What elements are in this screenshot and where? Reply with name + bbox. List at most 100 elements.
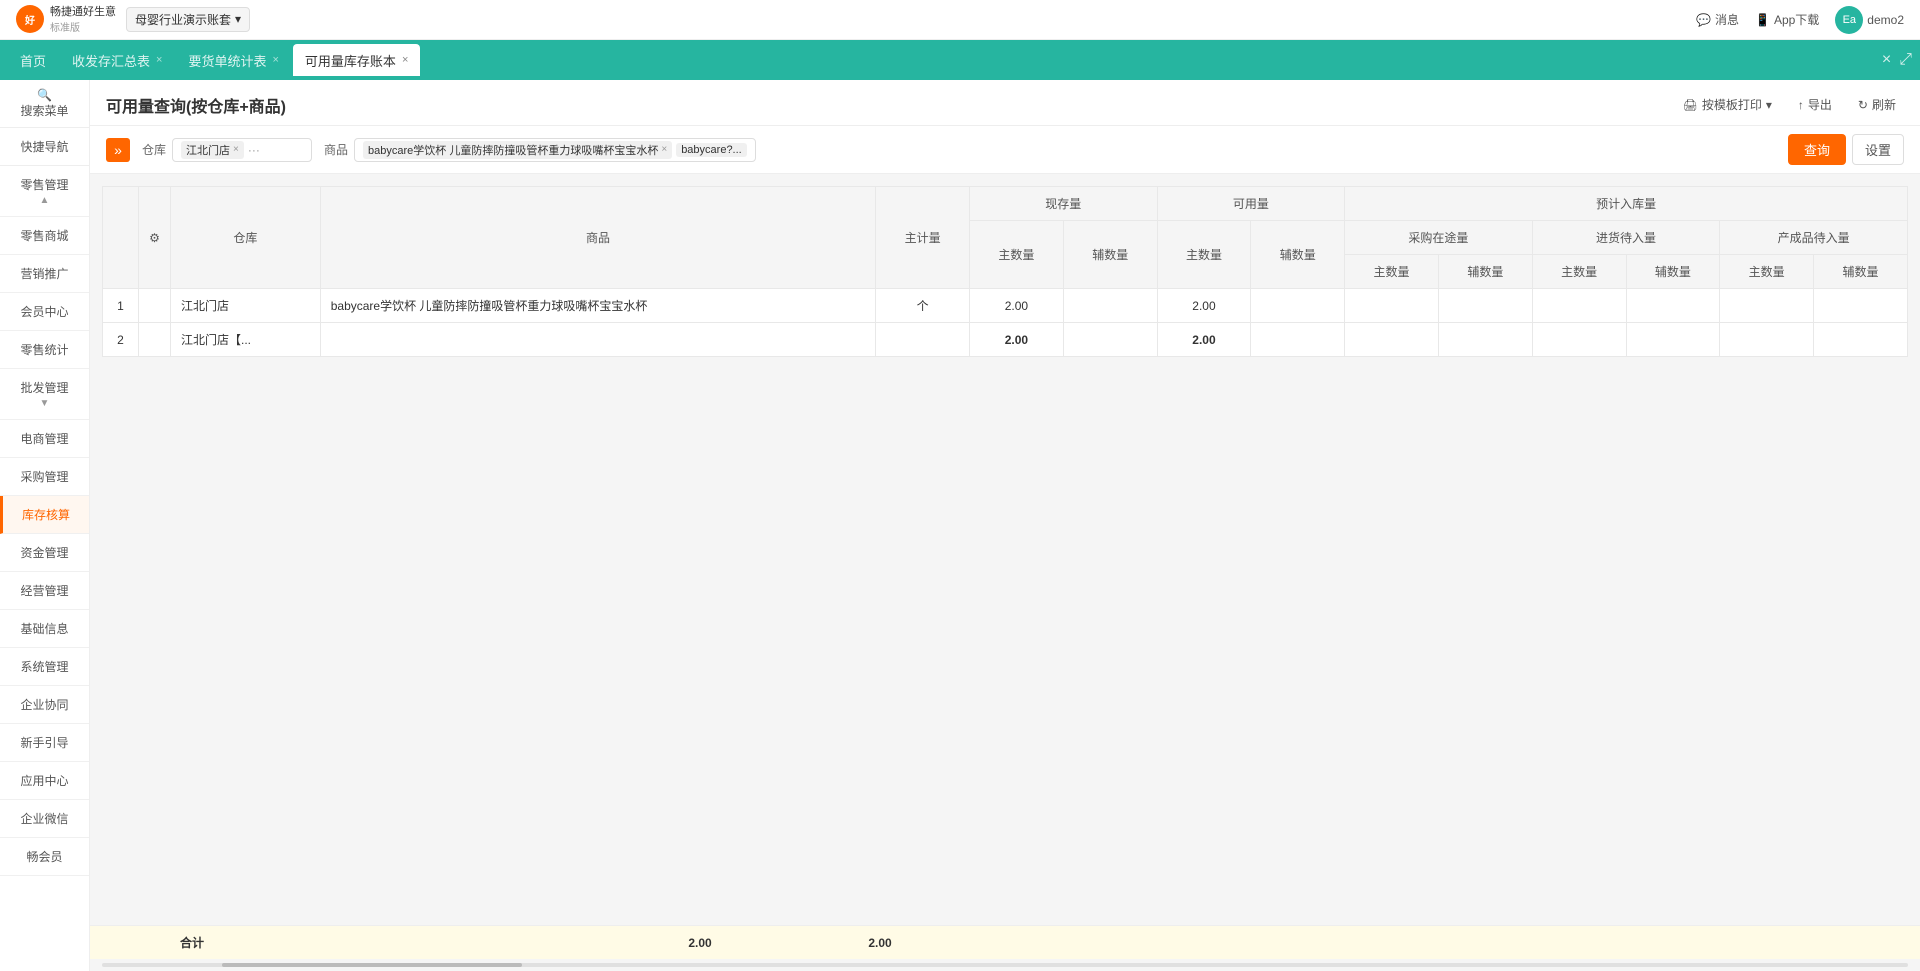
export-label: 导出 [1808, 96, 1832, 113]
cell-production-main-2 [1720, 323, 1814, 357]
sidebar-search[interactable]: 🔍 搜索菜单 [0, 80, 89, 128]
cell-product-2 [320, 323, 876, 357]
sidebar-item-retail-stats[interactable]: 零售统计 [0, 331, 89, 369]
filter-toggle-btn[interactable]: » [106, 138, 130, 162]
sidebar-item-basic-label: 基础信息 [20, 620, 68, 637]
sidebar-item-appstore[interactable]: 应用中心 [0, 762, 89, 800]
sidebar-item-marketing[interactable]: 营销推广 [0, 255, 89, 293]
cell-unit-1: 个 [876, 289, 970, 323]
download-label: App下载 [1774, 11, 1819, 28]
tab-receipt-close[interactable]: × [156, 54, 162, 66]
tab-order-label: 要货单统计表 [188, 51, 266, 70]
th-inbound-pending: 进货待入量 [1532, 221, 1720, 255]
refresh-icon: ↻ [1858, 98, 1868, 112]
tab-stock[interactable]: 可用量库存账本 × [293, 44, 420, 76]
product-tag-1-remove[interactable]: × [661, 144, 667, 155]
product-tag-1: babycare学饮杯 儿童防摔防撞吸管杯重力球吸嘴杯宝宝水杯 × [363, 141, 672, 159]
message-label: 消息 [1715, 11, 1739, 28]
th-current-aux: 辅数量 [1063, 221, 1157, 289]
refresh-label: 刷新 [1872, 96, 1896, 113]
cell-purchase-aux-2 [1438, 323, 1532, 357]
sidebar-item-wecom-label: 企业微信 [20, 810, 68, 827]
cell-purchase-main-1 [1345, 289, 1439, 323]
refresh-btn[interactable]: ↻ 刷新 [1850, 92, 1904, 117]
cell-avail-main-2: 2.00 [1157, 323, 1251, 357]
th-avail-aux: 辅数量 [1251, 221, 1345, 289]
sidebar-item-member[interactable]: 会员中心 [0, 293, 89, 331]
cell-inbound-aux-1 [1626, 289, 1720, 323]
sidebar-item-enterprise[interactable]: 企业协同 [0, 686, 89, 724]
cell-current-aux-1 [1063, 289, 1157, 323]
sidebar-item-ecommerce[interactable]: 电商管理 [0, 420, 89, 458]
page-header: 可用量查询(按仓库+商品) 🖨 按模板打印 ▾ ↑ 导出 ↻ 刷新 [90, 80, 1920, 126]
sidebar-item-basic[interactable]: 基础信息 [0, 610, 89, 648]
sidebar-item-marketing-label: 营销推广 [20, 265, 68, 282]
chevron-down-icon-print: ▾ [1766, 98, 1772, 112]
cell-production-aux-1 [1814, 289, 1908, 323]
top-bar-left: 好 畅捷通好生意 标准版 母婴行业演示账套 ▾ [16, 5, 250, 34]
product-filter-tags[interactable]: babycare学饮杯 儿童防摔防撞吸管杯重力球吸嘴杯宝宝水杯 × babyca… [354, 138, 756, 162]
cell-index-2: 2 [103, 323, 139, 357]
warehouse-tag-1-remove[interactable]: × [233, 144, 239, 155]
export-icon: ↑ [1798, 98, 1804, 112]
sidebar-item-wholesale[interactable]: 批发管理 ▼ [0, 369, 89, 420]
cell-production-main-1 [1720, 289, 1814, 323]
th-index [103, 187, 139, 289]
industry-selector[interactable]: 母婴行业演示账套 ▾ [126, 7, 250, 32]
scroll-thumb[interactable] [222, 963, 522, 967]
warehouse-filter-more[interactable]: ··· [248, 143, 260, 157]
sidebar-item-purchase-label: 采购管理 [20, 468, 68, 485]
sidebar-item-member-label: 会员中心 [20, 303, 68, 320]
tab-order[interactable]: 要货单统计表 × [176, 44, 290, 76]
cell-gear-2 [139, 323, 171, 357]
tab-stock-close[interactable]: × [402, 54, 408, 66]
sidebar-item-inventory[interactable]: 库存核算 [0, 496, 89, 534]
tab-close-all-btn[interactable]: × [1882, 51, 1891, 69]
print-btn[interactable]: 🖨 按模板打印 ▾ [1675, 92, 1780, 117]
main-layout: 🔍 搜索菜单 快捷导航 零售管理 ▲ 零售商城 营销推广 会员中心 零售统计 批… [0, 80, 1920, 971]
sidebar-item-enterprise-label: 企业协同 [20, 696, 68, 713]
download-btn[interactable]: 📱 App下载 [1755, 11, 1819, 28]
cell-unit-2 [876, 323, 970, 357]
product-filter-label: 商品 [324, 141, 348, 158]
sidebar-item-retail-mgmt[interactable]: 零售管理 ▲ [0, 166, 89, 217]
sidebar: 🔍 搜索菜单 快捷导航 零售管理 ▲ 零售商城 营销推广 会员中心 零售统计 批… [0, 80, 90, 971]
tab-order-close[interactable]: × [272, 54, 278, 66]
top-bar: 好 畅捷通好生意 标准版 母婴行业演示账套 ▾ 💬 消息 📱 App下载 Ea … [0, 0, 1920, 40]
sidebar-quick-nav[interactable]: 快捷导航 [0, 128, 89, 166]
brand-name: 畅捷通好生意 [50, 5, 116, 19]
query-btn[interactable]: 查询 [1788, 134, 1846, 165]
settings-btn[interactable]: 设置 [1852, 134, 1904, 165]
warehouse-filter-tags[interactable]: 江北门店 × ··· [172, 138, 312, 162]
horizontal-scrollbar[interactable] [90, 959, 1920, 971]
th-current-main: 主数量 [970, 221, 1064, 289]
sidebar-item-inventory-label: 库存核算 [22, 506, 70, 523]
sidebar-item-wecom[interactable]: 企业微信 [0, 800, 89, 838]
avatar: Ea [1835, 6, 1863, 34]
export-btn[interactable]: ↑ 导出 [1790, 92, 1840, 117]
chevron-down-icon-wholesale: ▼ [40, 398, 50, 409]
sidebar-item-retail-store[interactable]: 零售商城 [0, 217, 89, 255]
sidebar-item-operations[interactable]: 经营管理 [0, 572, 89, 610]
cell-warehouse-2: 江北门店【... [171, 323, 321, 357]
th-available: 可用量 [1157, 187, 1345, 221]
th-production-main: 主数量 [1720, 255, 1814, 289]
sidebar-item-purchase[interactable]: 采购管理 [0, 458, 89, 496]
warehouse-filter-label: 仓库 [142, 141, 166, 158]
tab-receipt[interactable]: 收发存汇总表 × [60, 44, 174, 76]
sidebar-item-finance[interactable]: 资金管理 [0, 534, 89, 572]
user-menu[interactable]: Ea demo2 [1835, 6, 1904, 34]
avatar-text: Ea [1843, 14, 1856, 26]
sidebar-item-newbie[interactable]: 新手引导 [0, 724, 89, 762]
th-settings[interactable]: ⚙ [139, 187, 171, 289]
sidebar-item-ecommerce-label: 电商管理 [20, 430, 68, 447]
tab-expand-btn[interactable]: ⤢ [1899, 51, 1912, 69]
tab-home[interactable]: 首页 [8, 44, 58, 76]
sidebar-item-system[interactable]: 系统管理 [0, 648, 89, 686]
th-production-pending: 产成品待入量 [1720, 221, 1908, 255]
product-tag-2-text: babycare?... [681, 144, 742, 156]
sidebar-item-vip[interactable]: 畅会员 [0, 838, 89, 876]
industry-label: 母婴行业演示账套 [135, 11, 231, 28]
message-btn[interactable]: 💬 消息 [1696, 11, 1739, 28]
product-filter-group: 商品 babycare学饮杯 儿童防摔防撞吸管杯重力球吸嘴杯宝宝水杯 × bab… [324, 138, 756, 162]
